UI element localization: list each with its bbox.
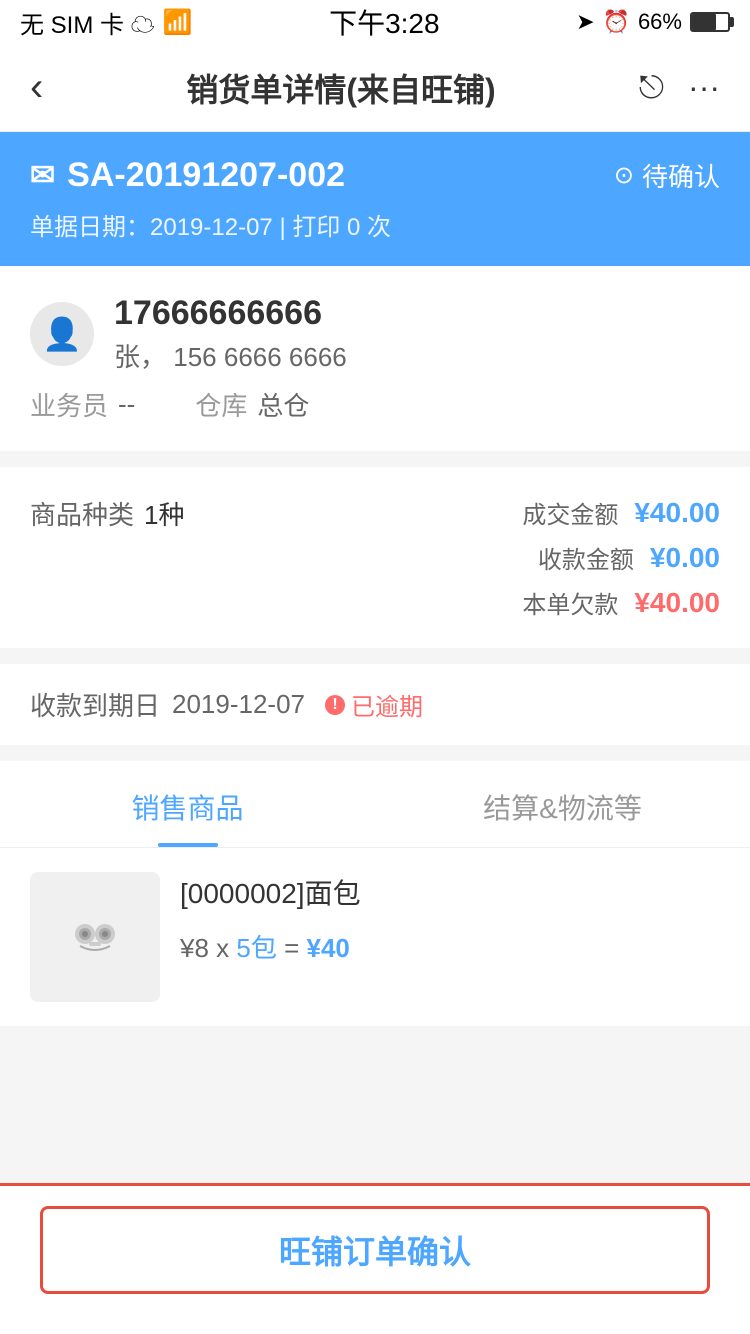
unit-price: ¥8 [180,933,209,963]
nav-bar: ‹ 销货单详情(来自旺铺) ⎋ ··· [0,44,750,132]
order-id: ✉ SA-20191207-002 [30,156,345,195]
transaction-amount-row: 成交金额 ¥40.00 [522,495,720,530]
product-info: [0000002]面包 ¥8 x 5包 = ¥40 [180,872,720,965]
status-text: 待确认 [642,157,720,194]
header-card: ✉ SA-20191207-002 ⊙ 待确认 单据日期：2019-12-07 … [0,132,750,266]
customer-name-label: 张， [114,342,166,372]
tab-sales-label: 销售商品 [131,793,243,824]
sales-value: -- [118,389,135,420]
order-meta: 单据日期：2019-12-07 | 打印 0 次 [30,207,720,242]
customer-card: 👤 17666666666 张， 156 6666 6666 业务员 -- 仓库… [0,266,750,451]
tabs-container: 销售商品 结算&物流等 [0,761,750,848]
goods-type-label: 商品种类 [30,495,134,532]
received-amount-row: 收款金额 ¥0.00 [538,540,720,575]
tab-settlement-label: 结算&物流等 [483,793,642,824]
overdue-icon: ! [325,695,345,715]
tabs: 销售商品 结算&物流等 [0,761,750,848]
equals-sign: = [284,933,306,963]
overdue-badge: ! 已逾期 [325,687,423,722]
alarm-icon: ⏰ [603,9,630,35]
customer-info: 17666666666 张， 156 6666 6666 [114,294,347,374]
balance-value: ¥40.00 [634,587,720,619]
tab-sales-products[interactable]: 销售商品 [0,761,375,847]
status-bar-time: 下午3:28 [329,2,440,42]
avatar-icon: 👤 [42,315,82,353]
clock-icon: ⊙ [614,161,634,190]
battery-text: 66% [638,9,682,35]
share-icon[interactable]: ⎋ [639,69,664,107]
status-bar-left: 无 SIM 卡 ☁ 📶 [20,5,193,40]
confirm-order-button[interactable]: 旺铺订单确认 [40,1206,710,1294]
total-amount: ¥40 [307,933,350,963]
warehouse-value: 总仓 [257,386,309,423]
order-date-label: 单据日期：2019-12-07 [30,214,273,241]
product-image-icon [60,912,130,962]
back-button[interactable]: ‹ [30,65,43,110]
page-title: 销货单详情(来自旺铺) [186,65,495,111]
summary-left: 商品种类 1种 [30,495,184,532]
received-label: 收款金额 [538,540,634,575]
tab-settlement[interactable]: 结算&物流等 [375,761,750,847]
sales-detail: 业务员 -- [30,386,135,423]
status-bar-right: ➤ ⏰ 66% [576,9,730,35]
avatar: 👤 [30,302,94,366]
order-status: ⊙ 待确认 [614,157,720,194]
due-date-label: 收款到期日 [30,686,160,723]
table-row: [0000002]面包 ¥8 x 5包 = ¥40 [30,872,720,1002]
due-date-value: 2019-12-07 [172,689,305,720]
product-thumbnail [30,872,160,1002]
location-icon: ➤ [576,9,594,35]
balance-label: 本单欠款 [522,585,618,620]
customer-phone: 17666666666 [114,294,347,333]
battery-icon [690,12,730,32]
summary-row: 商品种类 1种 成交金额 ¥40.00 收款金额 ¥0.00 本单欠款 ¥40.… [30,495,720,620]
multiply-sign: x [216,933,236,963]
order-id-text: SA-20191207-002 [67,156,345,195]
warehouse-detail: 仓库 总仓 [195,386,309,423]
transaction-label: 成交金额 [522,495,618,530]
received-value: ¥0.00 [650,542,720,574]
confirm-btn-wrapper: 旺铺订单确认 [0,1183,750,1334]
summary-card: 商品种类 1种 成交金额 ¥40.00 收款金额 ¥0.00 本单欠款 ¥40.… [0,467,750,648]
order-print-label: 打印 0 次 [292,214,391,241]
product-price: ¥8 x 5包 = ¥40 [180,928,720,965]
due-date-card: 收款到期日 2019-12-07 ! 已逾期 [0,664,750,745]
status-bar: 无 SIM 卡 ☁ 📶 下午3:28 ➤ ⏰ 66% [0,0,750,44]
product-name: [0000002]面包 [180,872,720,912]
customer-name: 张， 156 6666 6666 [114,337,347,374]
nav-actions: ⎋ ··· [639,69,720,107]
warehouse-label: 仓库 [195,386,247,423]
quantity: 5包 [236,933,276,963]
header-card-top: ✉ SA-20191207-002 ⊙ 待确认 [30,156,720,195]
transaction-value: ¥40.00 [634,497,720,529]
sim-text: 无 SIM 卡 ☁ [20,5,155,40]
customer-header: 👤 17666666666 张， 156 6666 6666 [30,294,720,374]
order-icon: ✉ [30,158,55,193]
goods-type-value: 1种 [144,495,184,532]
bottom-space [0,1026,750,1186]
battery-fill [692,14,716,30]
customer-details: 业务员 -- 仓库 总仓 [30,386,720,423]
customer-alt-phone: 156 6666 6666 [173,342,347,372]
meta-separator: | [279,214,292,241]
balance-amount-row: 本单欠款 ¥40.00 [522,585,720,620]
summary-right: 成交金额 ¥40.00 收款金额 ¥0.00 本单欠款 ¥40.00 [522,495,720,620]
more-options-icon[interactable]: ··· [688,69,720,106]
wifi-icon: 📶 [163,8,193,37]
product-list: [0000002]面包 ¥8 x 5包 = ¥40 [0,848,750,1026]
overdue-text: 已逾期 [351,687,423,722]
sales-label: 业务员 [30,386,108,423]
